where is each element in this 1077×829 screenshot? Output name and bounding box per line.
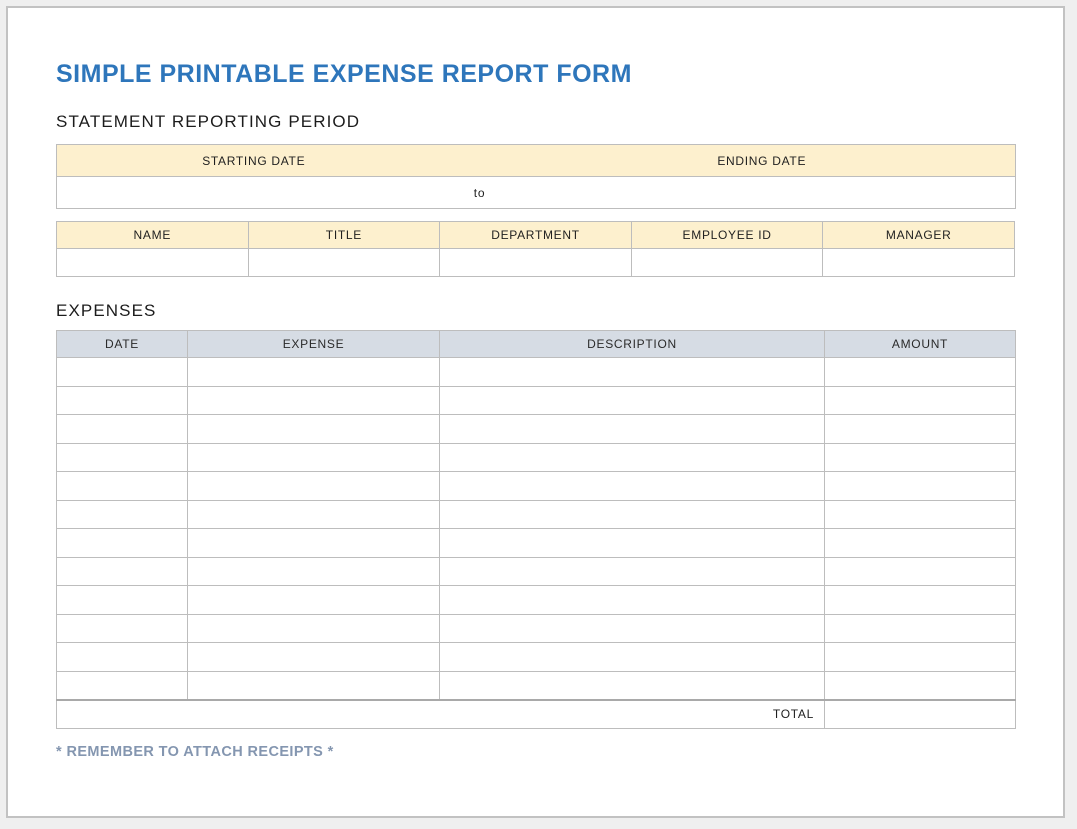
reporting-period-header-row: STARTING DATE ENDING DATE	[56, 144, 1016, 177]
expense-description-input-cell[interactable]	[439, 357, 825, 387]
title-input-cell[interactable]	[247, 248, 441, 277]
expense-row	[56, 585, 1016, 615]
column-header-description: DESCRIPTION	[439, 330, 825, 358]
expense-row	[56, 528, 1016, 558]
expense-name-input-cell[interactable]	[187, 471, 440, 501]
expense-amount-input-cell[interactable]	[824, 642, 1016, 672]
expense-amount-input-cell[interactable]	[824, 613, 1016, 643]
expense-date-input-cell[interactable]	[56, 585, 188, 615]
column-header-employee-id: EMPLOYEE ID	[630, 221, 824, 249]
expense-description-input-cell[interactable]	[439, 471, 825, 501]
column-header-starting-date: STARTING DATE	[56, 144, 451, 177]
expenses-table: DATE EXPENSE DESCRIPTION AMOUNT TOTAL	[56, 330, 1016, 729]
expense-amount-input-cell[interactable]	[824, 585, 1016, 615]
expense-row	[56, 499, 1016, 529]
expense-name-input-cell[interactable]	[187, 385, 440, 415]
starting-date-input-cell[interactable]	[56, 176, 451, 209]
document-page: SIMPLE PRINTABLE EXPENSE REPORT FORM STA…	[6, 6, 1065, 818]
column-header-name: NAME	[56, 221, 249, 249]
expense-row	[56, 414, 1016, 444]
expense-description-input-cell[interactable]	[439, 414, 825, 444]
ending-date-input-cell[interactable]	[508, 176, 1016, 209]
expense-description-input-cell[interactable]	[439, 528, 825, 558]
date-range-separator: to	[450, 176, 509, 209]
expense-date-input-cell[interactable]	[56, 385, 188, 415]
expense-row	[56, 642, 1016, 672]
column-header-date: DATE	[56, 330, 188, 358]
expense-description-input-cell[interactable]	[439, 556, 825, 586]
column-header-title: TITLE	[247, 221, 441, 249]
expense-amount-input-cell[interactable]	[824, 556, 1016, 586]
expense-amount-input-cell[interactable]	[824, 442, 1016, 472]
expense-description-input-cell[interactable]	[439, 642, 825, 672]
expense-amount-input-cell[interactable]	[824, 528, 1016, 558]
expense-row	[56, 471, 1016, 501]
expense-name-input-cell[interactable]	[187, 670, 440, 700]
employee-info-table: NAME TITLE DEPARTMENT EMPLOYEE ID MANAGE…	[56, 221, 1015, 277]
document-content: SIMPLE PRINTABLE EXPENSE REPORT FORM STA…	[56, 8, 1016, 760]
column-header-department: DEPARTMENT	[439, 221, 632, 249]
expense-row	[56, 670, 1016, 700]
reporting-period-table: STARTING DATE ENDING DATE to	[56, 144, 1016, 209]
department-input-cell[interactable]	[439, 248, 632, 277]
expense-name-input-cell[interactable]	[187, 442, 440, 472]
expense-name-input-cell[interactable]	[187, 642, 440, 672]
expense-description-input-cell[interactable]	[439, 613, 825, 643]
total-amount-input-cell[interactable]	[824, 698, 1016, 729]
employee-info-header-row: NAME TITLE DEPARTMENT EMPLOYEE ID MANAGE…	[56, 221, 1015, 249]
attach-receipts-note: * REMEMBER TO ATTACH RECEIPTS *	[56, 744, 334, 760]
expense-name-input-cell[interactable]	[187, 585, 440, 615]
total-row: TOTAL	[56, 698, 1016, 729]
expense-amount-input-cell[interactable]	[824, 414, 1016, 444]
expense-row	[56, 385, 1016, 415]
expense-description-input-cell[interactable]	[439, 585, 825, 615]
column-header-ending-date: ENDING DATE	[508, 144, 1016, 177]
column-header-expense: EXPENSE	[187, 330, 440, 358]
page-title: SIMPLE PRINTABLE EXPENSE REPORT FORM	[56, 60, 632, 88]
expense-date-input-cell[interactable]	[56, 642, 188, 672]
expense-date-input-cell[interactable]	[56, 414, 188, 444]
expense-description-input-cell[interactable]	[439, 442, 825, 472]
expense-date-input-cell[interactable]	[56, 471, 188, 501]
name-input-cell[interactable]	[56, 248, 249, 277]
expense-description-input-cell[interactable]	[439, 385, 825, 415]
manager-input-cell[interactable]	[822, 248, 1015, 277]
expense-rows	[56, 357, 1016, 700]
total-label-cell: TOTAL	[56, 698, 825, 729]
employee-id-input-cell[interactable]	[630, 248, 824, 277]
section-heading-expenses: EXPENSES	[56, 301, 157, 320]
expense-row	[56, 442, 1016, 472]
expense-row	[56, 357, 1016, 387]
expense-name-input-cell[interactable]	[187, 528, 440, 558]
expense-amount-input-cell[interactable]	[824, 471, 1016, 501]
expense-amount-input-cell[interactable]	[824, 385, 1016, 415]
expense-date-input-cell[interactable]	[56, 670, 188, 700]
expense-date-input-cell[interactable]	[56, 442, 188, 472]
expense-name-input-cell[interactable]	[187, 613, 440, 643]
expense-name-input-cell[interactable]	[187, 357, 440, 387]
column-header-spacer	[450, 144, 509, 177]
expense-row	[56, 556, 1016, 586]
column-header-manager: MANAGER	[822, 221, 1015, 249]
expense-name-input-cell[interactable]	[187, 556, 440, 586]
expenses-header-row: DATE EXPENSE DESCRIPTION AMOUNT	[56, 330, 1016, 358]
expense-amount-input-cell[interactable]	[824, 670, 1016, 700]
reporting-period-value-row: to	[56, 176, 1016, 209]
expense-name-input-cell[interactable]	[187, 499, 440, 529]
expense-amount-input-cell[interactable]	[824, 357, 1016, 387]
expense-date-input-cell[interactable]	[56, 556, 188, 586]
expense-description-input-cell[interactable]	[439, 670, 825, 700]
expense-row	[56, 613, 1016, 643]
expense-description-input-cell[interactable]	[439, 499, 825, 529]
expense-amount-input-cell[interactable]	[824, 499, 1016, 529]
expense-date-input-cell[interactable]	[56, 357, 188, 387]
expense-date-input-cell[interactable]	[56, 499, 188, 529]
column-header-amount: AMOUNT	[824, 330, 1016, 358]
expense-name-input-cell[interactable]	[187, 414, 440, 444]
expense-date-input-cell[interactable]	[56, 528, 188, 558]
expense-date-input-cell[interactable]	[56, 613, 188, 643]
employee-info-value-row	[56, 248, 1015, 277]
section-heading-reporting-period: STATEMENT REPORTING PERIOD	[56, 112, 361, 131]
